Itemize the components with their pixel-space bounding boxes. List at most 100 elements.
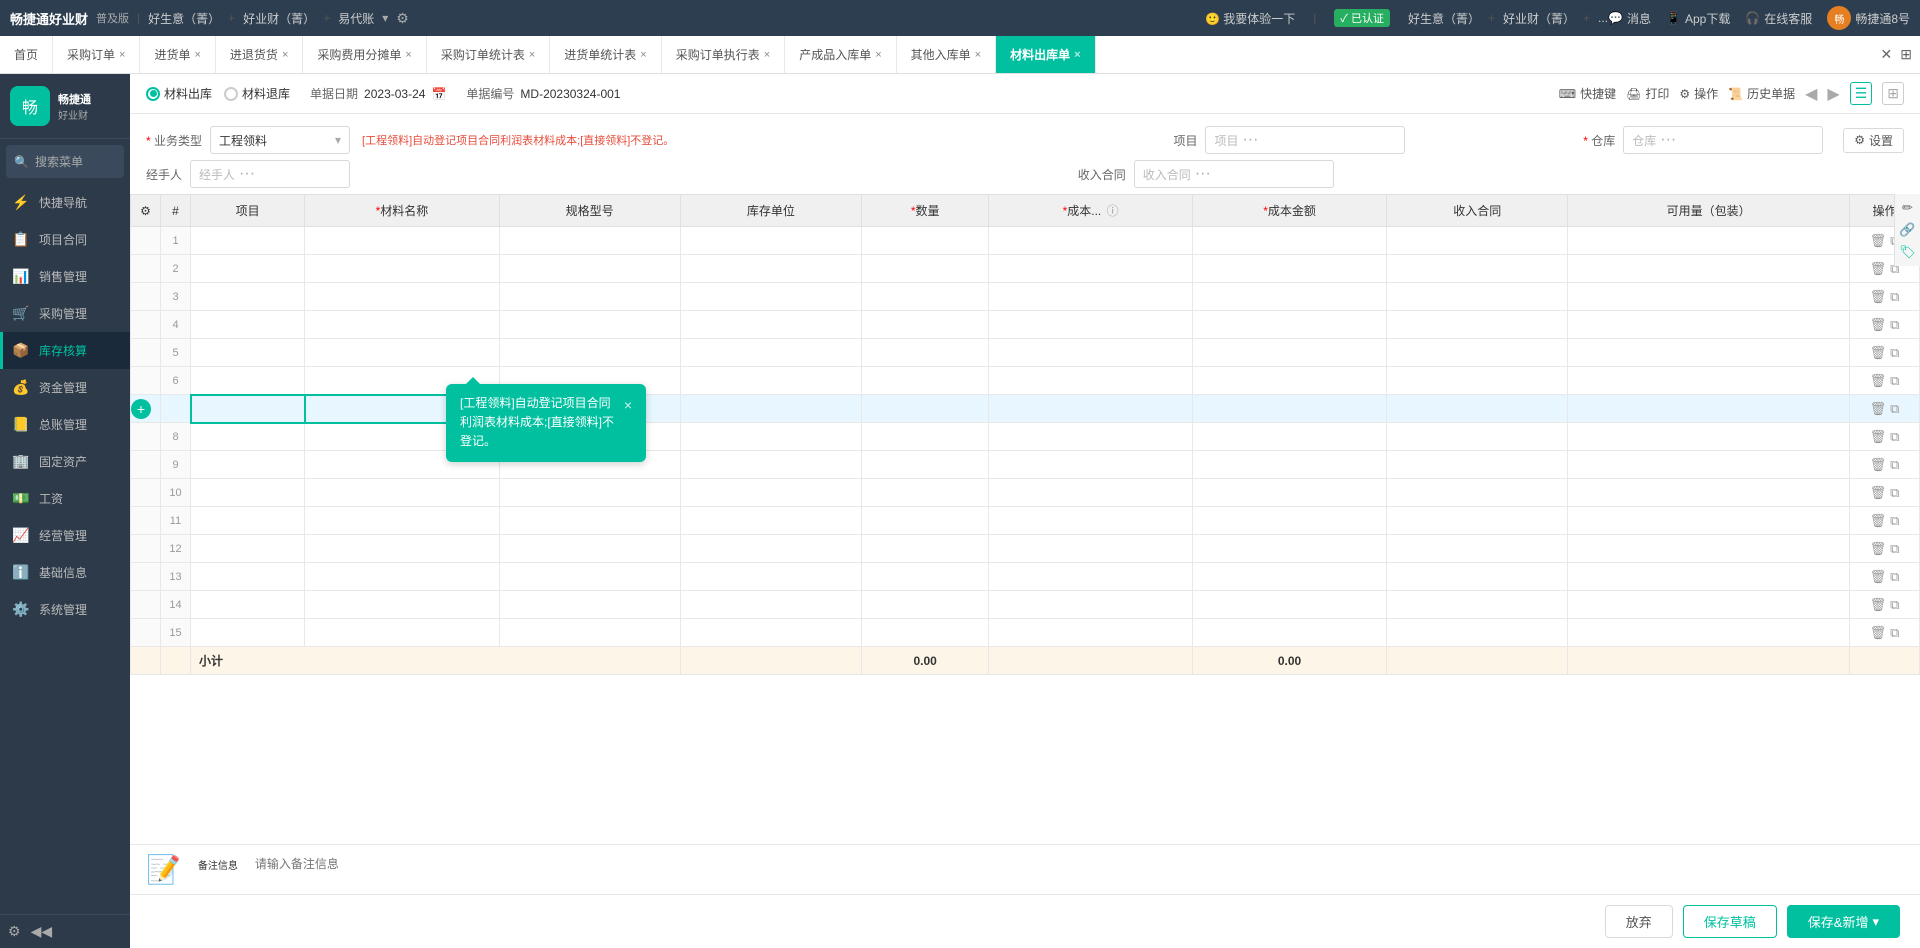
print-btn[interactable]: 🖨 打印: [1626, 85, 1669, 102]
handler-input-dots[interactable]: ···: [239, 165, 255, 183]
cell-available-qty-1[interactable]: [1568, 227, 1850, 255]
nav-dropdown-arrow[interactable]: ▾: [382, 11, 388, 25]
cell-project-1[interactable]: [191, 227, 305, 255]
message-icon-btn[interactable]: 💬 消息: [1608, 10, 1651, 27]
cell-income-contract-1[interactable]: [1387, 227, 1568, 255]
sidebar-item-fixed-assets[interactable]: 🏢 固定资产: [0, 443, 130, 480]
copy-row-13[interactable]: ⧉: [1890, 569, 1899, 585]
view-toggle-list[interactable]: ☰: [1850, 82, 1873, 105]
doc-num-value[interactable]: MD-20230324-001: [520, 87, 620, 101]
income-contract-input-dots[interactable]: ···: [1195, 165, 1211, 183]
notes-input[interactable]: [255, 853, 1904, 875]
tab-purchase-stats[interactable]: 采购订单统计表 ×: [427, 36, 550, 74]
sidebar-item-ledger[interactable]: 📒 总账管理: [0, 406, 130, 443]
view-toggle-grid[interactable]: ⊞: [1882, 82, 1904, 105]
warehouse-input-dots[interactable]: ···: [1660, 131, 1676, 149]
project-input-dots[interactable]: ···: [1242, 131, 1258, 149]
close-tab-other-receipt[interactable]: ×: [975, 49, 981, 61]
close-tab-purchase-fee[interactable]: ×: [405, 49, 411, 61]
sidebar-item-payroll[interactable]: 💵 工资: [0, 480, 130, 517]
copy-row-15[interactable]: ⧉: [1890, 625, 1899, 641]
delete-row-11[interactable]: 🗑: [1870, 513, 1887, 529]
delete-row-10[interactable]: 🗑: [1870, 485, 1887, 501]
delete-row-1[interactable]: 🗑: [1870, 233, 1887, 249]
column-settings-icon[interactable]: ⚙: [140, 204, 151, 218]
income-contract-input[interactable]: 收入合同 ···: [1134, 160, 1334, 188]
search-menu-btn[interactable]: 🔍 搜索菜单: [6, 145, 124, 178]
delete-row-4[interactable]: 🗑: [1870, 317, 1887, 333]
close-tab-material-issue[interactable]: ×: [1074, 49, 1080, 61]
right-panel-link-icon[interactable]: 🔗: [1899, 222, 1915, 238]
delete-row-3[interactable]: 🗑: [1870, 289, 1887, 305]
close-tab-purchase-order[interactable]: ×: [119, 49, 125, 61]
sidebar-item-shortcut[interactable]: ⚡ 快捷导航: [0, 184, 130, 221]
tab-other-receipt[interactable]: 其他入库单 ×: [897, 36, 996, 74]
delete-row-5[interactable]: 🗑: [1870, 345, 1887, 361]
online-service-btn[interactable]: 🎧 在线客服: [1745, 10, 1812, 27]
tab-receipt-stats[interactable]: 进货单统计表 ×: [550, 36, 661, 74]
cost-info-icon[interactable]: ⓘ: [1107, 202, 1119, 219]
cell-cost-1[interactable]: [989, 227, 1193, 255]
operations-btn[interactable]: ⚙ 操作: [1679, 85, 1718, 102]
user-avatar-btn[interactable]: 畅 畅捷通8号: [1827, 6, 1910, 30]
copy-row-9[interactable]: ⧉: [1890, 457, 1899, 473]
copy-row-12[interactable]: ⧉: [1890, 541, 1899, 557]
radio-material-return[interactable]: 材料退库: [224, 85, 290, 102]
tooltip-close-btn[interactable]: ×: [624, 394, 632, 416]
radio-material-issue[interactable]: 材料出库: [146, 85, 212, 102]
close-tab-receipt-return[interactable]: ×: [282, 49, 288, 61]
tab-purchase-order[interactable]: 采购订单 ×: [53, 36, 140, 74]
delete-row-6[interactable]: 🗑: [1870, 373, 1887, 389]
close-tab-purchase-stats[interactable]: ×: [529, 49, 535, 61]
nav-link-yidaizhang[interactable]: 易代账: [338, 10, 374, 27]
sidebar-item-purchase[interactable]: 🛒 采购管理: [0, 295, 130, 332]
tab-close-all[interactable]: ✕: [1881, 46, 1893, 63]
cell-spec-1[interactable]: [499, 227, 680, 255]
sidebar-item-sales[interactable]: 📊 销售管理: [0, 258, 130, 295]
settings-btn[interactable]: ⚙ 设置: [1843, 128, 1904, 153]
tab-material-issue[interactable]: 材料出库单 ×: [996, 36, 1095, 74]
nav-settings-icon[interactable]: ⚙: [396, 10, 409, 27]
sidebar-settings-btn[interactable]: ⚙: [8, 923, 21, 940]
delete-row-14[interactable]: 🗑: [1870, 597, 1887, 613]
save-new-btn[interactable]: 保存&新增 ▾: [1787, 905, 1900, 938]
tab-receipt[interactable]: 进货单 ×: [140, 36, 215, 74]
copy-row-5[interactable]: ⧉: [1890, 345, 1899, 361]
cell-qty-1[interactable]: [861, 227, 988, 255]
shortcut-keys-btn[interactable]: ⌨ 快捷键: [1559, 85, 1616, 102]
nav-link-haoshengyi2[interactable]: 好生意（菁）: [1408, 10, 1480, 27]
tab-finished-goods[interactable]: 产成品入库单 ×: [785, 36, 896, 74]
delete-row-9[interactable]: 🗑: [1870, 457, 1887, 473]
nav-link-more[interactable]: ...: [1598, 11, 1608, 25]
project-input[interactable]: 项目 ···: [1205, 126, 1405, 154]
history-docs-btn[interactable]: 📜 历史单据: [1728, 85, 1795, 102]
close-tab-finished-goods[interactable]: ×: [875, 49, 881, 61]
close-tab-receipt-stats[interactable]: ×: [640, 49, 646, 61]
nav-link-haoyecai2[interactable]: 好业财（菁）: [1503, 10, 1575, 27]
add-row-btn[interactable]: +: [131, 399, 151, 419]
handler-input[interactable]: 经手人 ···: [190, 160, 350, 188]
copy-row-4[interactable]: ⧉: [1890, 317, 1899, 333]
copy-row-7[interactable]: ⧉: [1890, 401, 1899, 417]
copy-row-8[interactable]: ⧉: [1890, 429, 1899, 445]
nav-link-experience[interactable]: 🙂 我要体验一下: [1205, 10, 1295, 27]
nav-link-haoyecai[interactable]: 好业财（菁）: [243, 10, 315, 27]
cell-cost-amount-1[interactable]: [1192, 227, 1386, 255]
delete-row-13[interactable]: 🗑: [1870, 569, 1887, 585]
right-panel-bookmark-icon[interactable]: 🏷: [1899, 244, 1916, 260]
save-new-dropdown-arrow[interactable]: ▾: [1872, 914, 1879, 930]
tab-purchase-exec[interactable]: 采购订单执行表 ×: [662, 36, 785, 74]
cell-material-1[interactable]: [305, 227, 499, 255]
warehouse-input[interactable]: 仓库 ···: [1623, 126, 1823, 154]
copy-row-10[interactable]: ⧉: [1890, 485, 1899, 501]
delete-row-2[interactable]: 🗑: [1870, 261, 1887, 277]
close-tab-receipt[interactable]: ×: [194, 49, 200, 61]
right-panel-edit-icon[interactable]: ✏: [1902, 200, 1913, 216]
delete-row-15[interactable]: 🗑: [1870, 625, 1887, 641]
sidebar-collapse-btn[interactable]: ◀◀: [31, 923, 53, 940]
copy-row-11[interactable]: ⧉: [1890, 513, 1899, 529]
tab-home[interactable]: 首页: [0, 36, 53, 74]
delete-row-12[interactable]: 🗑: [1870, 541, 1887, 557]
copy-row-6[interactable]: ⧉: [1890, 373, 1899, 389]
tab-expand-btn[interactable]: ⊞: [1900, 46, 1912, 63]
